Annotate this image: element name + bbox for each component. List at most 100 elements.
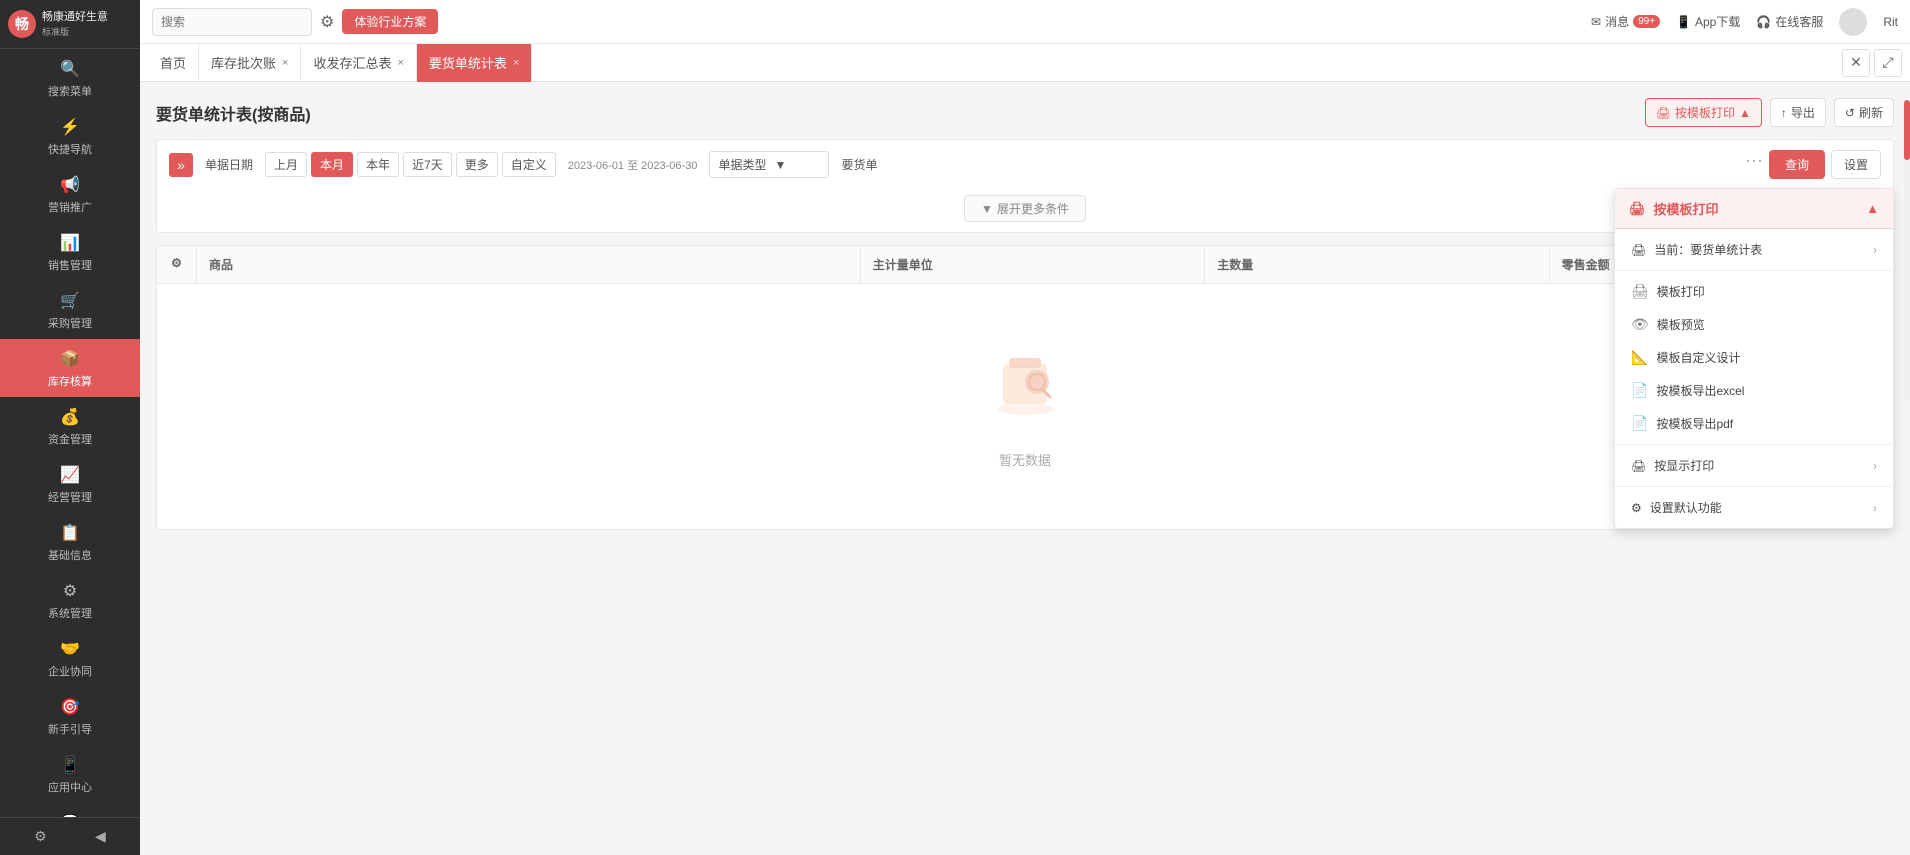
search-icon: 🔍 (60, 59, 80, 79)
sidebar-item-system[interactable]: ⚙ 系统管理 (0, 571, 140, 629)
sidebar-item-label: 库存核算 (48, 373, 92, 389)
current-template-label: 当前：要货单统计表 (1654, 241, 1762, 258)
main-content: ⚙ 体验行业方案 ✉ 消息 99+ 📱 App下载 🎧 在线客服 Rit 首页 (140, 0, 1910, 855)
messages-label: 消息 (1605, 13, 1629, 30)
sidebar-collapse-btn[interactable]: ◀ (95, 828, 106, 845)
maximize-btn[interactable]: ⤢ (1874, 49, 1902, 77)
sidebar-item-quick-nav[interactable]: ⚡ 快捷导航 (0, 107, 140, 165)
tab-receipt-summary-label: 收发存汇总表 (313, 53, 391, 72)
app-center-icon: 📱 (60, 755, 80, 775)
default-function-section: ⚙ 设置默认功能 › (1615, 487, 1893, 528)
avatar[interactable] (1839, 8, 1867, 36)
tabbar-actions: ✕ ⤢ (1834, 44, 1910, 82)
purchase-icon: 🛒 (60, 291, 80, 311)
page-actions: 🖨 按模板打印 ▲ ↑ 导出 ↺ 刷新 (1645, 98, 1894, 127)
dropdown-header[interactable]: 🖨 按模板打印 ▲ (1615, 189, 1893, 229)
tab-home-label: 首页 (160, 53, 186, 72)
print-chevron-icon: ▲ (1739, 106, 1751, 120)
sidebar-item-label: 企业协同 (48, 663, 92, 679)
messages-btn[interactable]: ✉ 消息 99+ (1591, 13, 1660, 30)
date-this-month-btn[interactable]: 本月 (311, 152, 353, 177)
sidebar-item-app-center[interactable]: 📱 应用中心 (0, 745, 140, 803)
col-product: 商品 (197, 246, 861, 283)
sidebar-item-finance[interactable]: 💰 资金管理 (0, 397, 140, 455)
guide-icon: 🎯 (60, 697, 80, 717)
close-all-btn[interactable]: ✕ (1842, 49, 1870, 77)
filter-more-icon[interactable]: ··· (1745, 150, 1763, 179)
finance-icon: 💰 (60, 407, 80, 427)
col-settings[interactable]: ⚙ (157, 246, 197, 283)
tab-home[interactable]: 首页 (148, 44, 199, 82)
logo-icon: 畅 (8, 10, 36, 38)
display-print-label: 按显示打印 (1654, 457, 1714, 474)
tab-stock-batch-close[interactable]: × (282, 57, 288, 69)
order-type-select[interactable]: 单据类型 ▼ (709, 151, 829, 178)
date-prev-month-btn[interactable]: 上月 (265, 152, 307, 177)
current-template-item[interactable]: 🖨 当前：要货单统计表 › (1615, 233, 1893, 266)
export-button[interactable]: ↑ 导出 (1770, 98, 1826, 127)
date-last7-btn[interactable]: 近7天 (403, 152, 452, 177)
online-support-btn[interactable]: 🎧 在线客服 (1756, 13, 1823, 30)
display-print-section: 🖨 按显示打印 › (1615, 445, 1893, 487)
template-preview-item[interactable]: 👁 模板预览 (1615, 308, 1893, 341)
system-icon: ⚙ (63, 581, 77, 601)
date-custom-btn[interactable]: 自定义 (502, 152, 556, 177)
sidebar-item-search[interactable]: 🔍 搜索菜单 (0, 49, 140, 107)
default-function-label: 设置默认功能 (1650, 499, 1722, 516)
sidebar-item-label: 资金管理 (48, 431, 92, 447)
print-dropdown-menu: 🖨 按模板打印 ▲ 🖨 当前：要货单统计表 › 🖨 模板打印 (1614, 188, 1894, 529)
tab-order-stats[interactable]: 要货单统计表 × (417, 44, 532, 82)
sidebar-item-marketing[interactable]: 📢 营销推广 (0, 165, 140, 223)
right-scrollbar[interactable] (1904, 100, 1910, 400)
trial-button[interactable]: 体验行业方案 (342, 9, 438, 34)
date-more-btn[interactable]: 更多 (456, 152, 498, 177)
default-function-item[interactable]: ⚙ 设置默认功能 › (1615, 491, 1893, 524)
date-range-text: 2023-06-01 至 2023-06-30 (568, 157, 698, 173)
sidebar-item-basic[interactable]: 📋 基础信息 (0, 513, 140, 571)
sidebar-item-label: 采购管理 (48, 315, 92, 331)
sidebar-item-inventory[interactable]: 📦 库存核算 (0, 339, 140, 397)
settings-button[interactable]: 设置 (1831, 150, 1881, 179)
sidebar: 畅 畅康通好生意 标准版 🔍 搜索菜单 ⚡ 快捷导航 📢 营销推广 📊 销售管理… (0, 0, 140, 855)
marketing-icon: 📢 (60, 175, 80, 195)
sidebar-item-sales[interactable]: 📊 销售管理 (0, 223, 140, 281)
empty-icon (985, 344, 1065, 438)
sidebar-item-enterprise-wechat[interactable]: 💬 企业微信 (0, 803, 140, 817)
print-button[interactable]: 🖨 按模板打印 ▲ (1645, 98, 1762, 127)
sidebar-item-guide[interactable]: 🎯 新手引导 (0, 687, 140, 745)
sales-icon: 📊 (60, 233, 80, 253)
template-export-excel-item[interactable]: 📄 按模板导出excel (1615, 374, 1893, 407)
tab-order-stats-close[interactable]: × (513, 57, 519, 69)
sidebar-item-label: 营销推广 (48, 199, 92, 215)
refresh-label: 刷新 (1859, 104, 1883, 121)
template-design-item[interactable]: 📐 模板自定义设计 (1615, 341, 1893, 374)
template-print-item[interactable]: 🖨 模板打印 (1615, 275, 1893, 308)
scrollbar-thumb[interactable] (1904, 100, 1910, 160)
refresh-button[interactable]: ↺ 刷新 (1834, 98, 1894, 127)
chevron-up-icon: ▲ (1866, 201, 1879, 216)
date-filter-group: 上月 本月 本年 近7天 更多 自定义 (265, 152, 556, 177)
tab-receipt-summary[interactable]: 收发存汇总表 × (301, 44, 416, 82)
sidebar-item-enterprise[interactable]: 🤝 企业协同 (0, 629, 140, 687)
enterprise-icon: 🤝 (60, 639, 80, 659)
expand-conditions-btn[interactable]: ▼ 展开更多条件 (964, 195, 1086, 222)
tab-stock-batch[interactable]: 库存批次账 × (199, 44, 301, 82)
sidebar-settings-btn[interactable]: ⚙ (34, 828, 47, 845)
settings-icon[interactable]: ⚙ (320, 12, 334, 32)
filter-expand-icon[interactable]: » (169, 153, 193, 177)
enterprise-wechat-icon: 💬 (60, 813, 80, 817)
sidebar-item-purchase[interactable]: 🛒 采购管理 (0, 281, 140, 339)
phone-icon: 📱 (1676, 15, 1691, 29)
sidebar-item-operations[interactable]: 📈 经营管理 (0, 455, 140, 513)
tab-receipt-summary-close[interactable]: × (397, 57, 403, 69)
search-input[interactable] (152, 8, 312, 36)
display-print-item[interactable]: 🖨 按显示打印 › (1615, 449, 1893, 482)
template-export-pdf-item[interactable]: 📄 按模板导出pdf (1615, 407, 1893, 440)
export-label: 导出 (1791, 104, 1815, 121)
query-button[interactable]: 查询 (1769, 150, 1825, 179)
app-download-btn[interactable]: 📱 App下载 (1676, 13, 1740, 30)
template-export-pdf-label: 按模板导出pdf (1656, 415, 1733, 432)
sidebar-footer: ⚙ ◀ (0, 817, 140, 855)
date-this-year-btn[interactable]: 本年 (357, 152, 399, 177)
print-label: 按模板打印 (1675, 104, 1735, 121)
